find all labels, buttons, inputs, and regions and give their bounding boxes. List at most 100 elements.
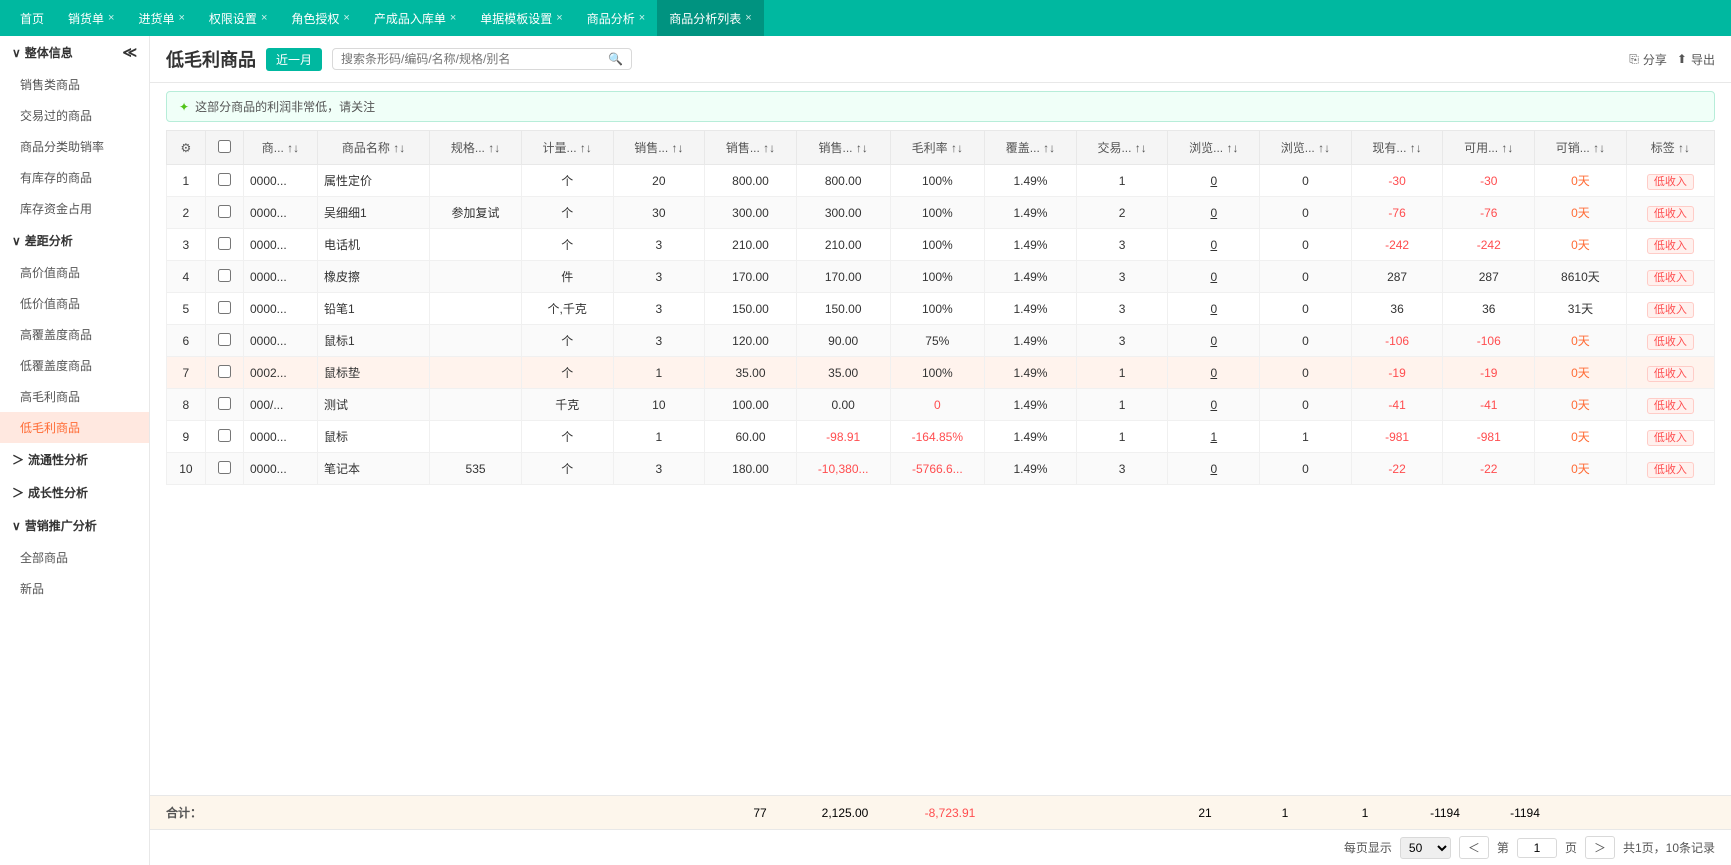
sidebar-item-high-coverage[interactable]: 高覆盖度商品 [0,319,149,350]
row-name[interactable]: 鼠标 [317,421,429,453]
sidebar-item-sales-goods[interactable]: 销售类商品 [0,69,149,100]
sidebar-section-circulation[interactable]: ＞ 流通性分析 [0,443,149,476]
search-icon[interactable]: 🔍 [608,52,623,66]
row-trade: 1 [1076,389,1168,421]
close-icon[interactable]: × [343,12,349,24]
row-checkbox-input[interactable] [218,269,231,282]
row-view1[interactable]: 0 [1168,325,1260,357]
collapse-icon[interactable]: ≪ [122,44,137,61]
row-view1[interactable]: 0 [1168,261,1260,293]
row-checkbox-input[interactable] [218,301,231,314]
nav-purchase-order[interactable]: 进货单 × [126,0,196,36]
col-settings[interactable]: ⚙ [167,131,206,165]
row-view1[interactable]: 0 [1168,229,1260,261]
col-tag[interactable]: 标签 ↑↓ [1626,131,1714,165]
sidebar-item-new-goods[interactable]: 新品 [0,573,149,604]
row-checkbox-input[interactable] [218,429,231,442]
col-view1[interactable]: 浏览... ↑↓ [1168,131,1260,165]
row-checkbox-input[interactable] [218,237,231,250]
col-trade[interactable]: 交易... ↑↓ [1076,131,1168,165]
page-number-input[interactable] [1517,838,1557,858]
sidebar-item-low-margin[interactable]: 低毛利商品 [0,412,149,443]
col-checkbox[interactable] [205,131,243,165]
close-icon[interactable]: × [108,12,114,24]
sidebar-item-all-goods[interactable]: 全部商品 [0,542,149,573]
row-sales-amount: -98.91 [796,421,890,453]
close-icon[interactable]: × [556,12,562,24]
nav-role-auth[interactable]: 角色授权 × [279,0,361,36]
close-icon[interactable]: × [639,12,645,24]
col-name[interactable]: 商品名称 ↑↓ [317,131,429,165]
close-icon[interactable]: × [745,12,751,24]
row-view1[interactable]: 0 [1168,165,1260,197]
row-name[interactable]: 测试 [317,389,429,421]
prev-page-button[interactable]: ＜ [1459,836,1489,859]
sidebar-item-high-margin[interactable]: 高毛利商品 [0,381,149,412]
sidebar-item-capital-usage[interactable]: 库存资金占用 [0,193,149,224]
row-checkbox-input[interactable] [218,461,231,474]
col-code[interactable]: 商... ↑↓ [243,131,317,165]
sidebar-item-low-value[interactable]: 低价值商品 [0,288,149,319]
sidebar-section-gap[interactable]: ∨ 差距分析 [0,224,149,257]
col-current[interactable]: 现有... ↑↓ [1351,131,1443,165]
sidebar-item-in-stock-goods[interactable]: 有库存的商品 [0,162,149,193]
col-gross-rate[interactable]: 毛利率 ↑↓ [890,131,985,165]
row-name[interactable]: 鼠标垫 [317,357,429,389]
row-name[interactable]: 铅笔1 [317,293,429,325]
sidebar-section-overall[interactable]: ∨ 整体信息 ≪ [0,36,149,69]
row-name[interactable]: 属性定价 [317,165,429,197]
row-checkbox-input[interactable] [218,397,231,410]
col-view2[interactable]: 浏览... ↑↓ [1260,131,1352,165]
row-name[interactable]: 鼠标1 [317,325,429,357]
close-icon[interactable]: × [261,12,267,24]
share-button[interactable]: ⎘ 分享 [1629,51,1667,68]
nav-sales-order[interactable]: 销货单 × [56,0,126,36]
nav-product-analysis-list[interactable]: 商品分析列表 × [657,0,763,36]
row-name[interactable]: 笔记本 [317,453,429,485]
row-view1[interactable]: 0 [1168,197,1260,229]
nav-product-entry[interactable]: 产成品入库单 × [362,0,468,36]
row-name[interactable]: 电话机 [317,229,429,261]
col-unit[interactable]: 计量... ↑↓ [521,131,613,165]
table-row: 8 000/... 测试 千克 10 100.00 0.00 0 1.49% 1… [167,389,1715,421]
col-spec[interactable]: 规格... ↑↓ [430,131,522,165]
sidebar-item-low-coverage[interactable]: 低覆盖度商品 [0,350,149,381]
next-page-button[interactable]: ＞ [1585,836,1615,859]
search-input[interactable] [341,52,608,66]
page-size-select[interactable]: 50 100 200 [1400,837,1451,859]
sidebar-item-traded-goods[interactable]: 交易过的商品 [0,100,149,131]
row-view1[interactable]: 0 [1168,293,1260,325]
nav-permissions[interactable]: 权限设置 × [197,0,279,36]
row-view1[interactable]: 0 [1168,453,1260,485]
col-sales-amount[interactable]: 销售... ↑↓ [796,131,890,165]
sidebar-section-growth[interactable]: ＞ 成长性分析 [0,476,149,509]
nav-home[interactable]: 首页 [8,0,56,36]
nav-product-analysis[interactable]: 商品分析 × [575,0,657,36]
row-checkbox-input[interactable] [218,333,231,346]
row-view1[interactable]: 0 [1168,389,1260,421]
select-all-checkbox[interactable] [218,140,231,153]
row-name[interactable]: 橡皮擦 [317,261,429,293]
col-available[interactable]: 可用... ↑↓ [1443,131,1535,165]
row-view1[interactable]: 1 [1168,421,1260,453]
close-icon[interactable]: × [450,12,456,24]
period-button[interactable]: 近一月 [266,48,322,71]
row-view1[interactable]: 0 [1168,357,1260,389]
row-checkbox-input[interactable] [218,365,231,378]
row-checkbox-input[interactable] [218,205,231,218]
col-coverage[interactable]: 覆盖... ↑↓ [985,131,1077,165]
sidebar-item-category-sales-rate[interactable]: 商品分类助销率 [0,131,149,162]
export-button[interactable]: ⬆ 导出 [1677,51,1715,68]
row-tag: 低收入 [1626,165,1714,197]
nav-template-settings[interactable]: 单据模板设置 × [468,0,574,36]
sidebar-item-high-value[interactable]: 高价值商品 [0,257,149,288]
row-gross-rate: 75% [890,325,985,357]
row-name[interactable]: 吴细细1 [317,197,429,229]
row-checkbox-input[interactable] [218,173,231,186]
sidebar-section-marketing[interactable]: ∨ 营销推广分析 [0,509,149,542]
col-sales-price[interactable]: 销售... ↑↓ [705,131,797,165]
col-sales-qty[interactable]: 销售... ↑↓ [613,131,705,165]
close-icon[interactable]: × [178,12,184,24]
row-view2: 1 [1260,421,1352,453]
col-sellable[interactable]: 可销... ↑↓ [1535,131,1627,165]
